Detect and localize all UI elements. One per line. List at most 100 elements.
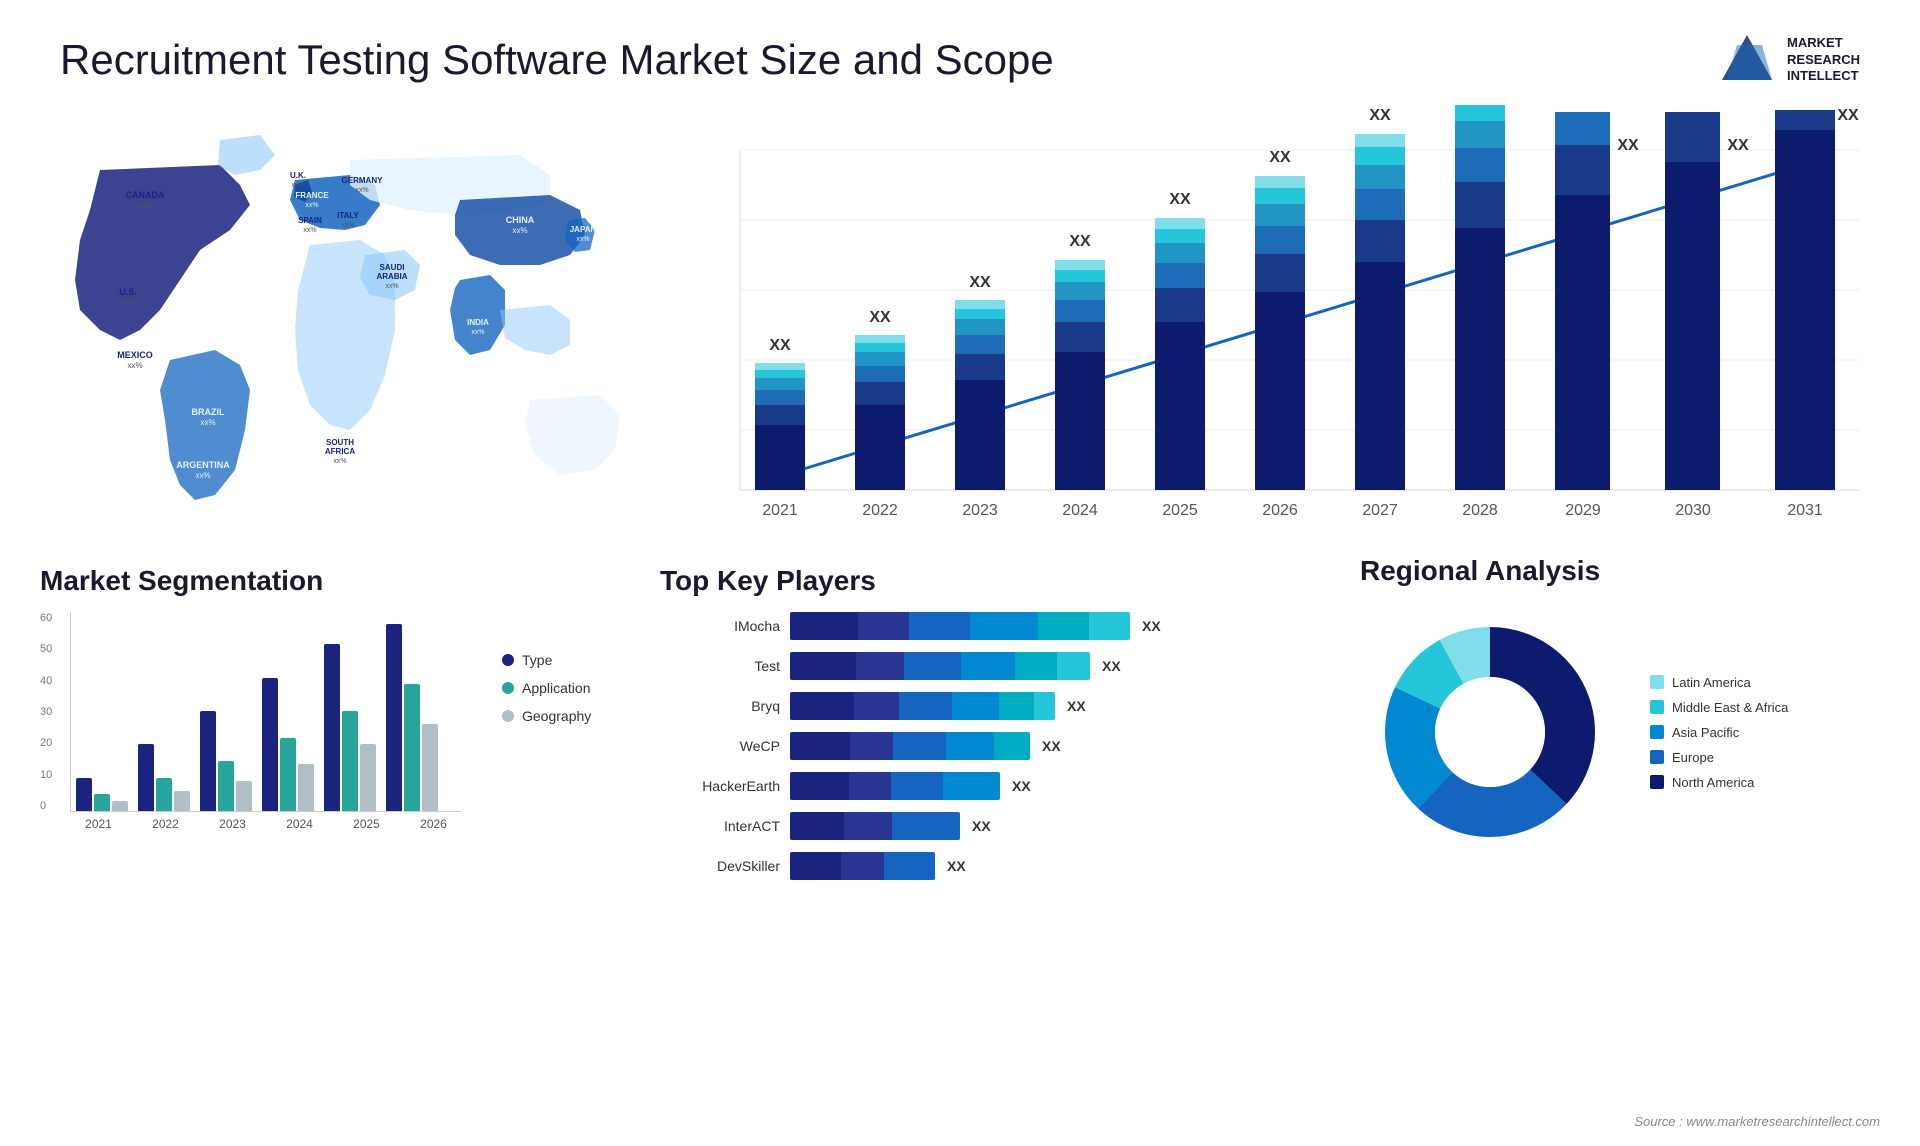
svg-text:XX: XX — [1727, 137, 1749, 154]
y-label-10: 10 — [40, 769, 52, 781]
svg-text:2026: 2026 — [1262, 502, 1298, 519]
svg-text:XX: XX — [969, 274, 991, 291]
legend-latin-america-label: Latin America — [1672, 675, 1751, 690]
player-bar-interact: XX — [790, 812, 1220, 840]
player-bar-hackerearth: XX — [790, 772, 1220, 800]
legend-middle-east-africa: Middle East & Africa — [1650, 700, 1788, 715]
donut-chart — [1360, 602, 1620, 862]
player-row-bryq: Bryq XX — [660, 692, 1220, 720]
svg-text:GERMANY: GERMANY — [342, 176, 384, 185]
player-label-wecp: XX — [1042, 738, 1061, 754]
svg-text:xx%: xx% — [200, 418, 215, 427]
seg-group-2024 — [262, 678, 314, 811]
player-label-imocha: XX — [1142, 618, 1161, 634]
legend-geography-label: Geography — [522, 708, 591, 724]
players-list: IMocha XX Test — [660, 612, 1220, 880]
player-label-bryq: XX — [1067, 698, 1086, 714]
world-map: CANADA xx% U.S. xx% MEXICO xx% BRAZIL xx… — [40, 110, 660, 510]
key-players-title: Top Key Players — [660, 565, 1220, 597]
trend-chart-section: XX 2021 XX 2022 XX 2023 XX 2024 — [680, 100, 1880, 560]
legend-europe-label: Europe — [1672, 750, 1714, 765]
player-bar-wecp: XX — [790, 732, 1220, 760]
svg-text:XX: XX — [1169, 191, 1191, 208]
source-text: Source : www.marketresearchintellect.com — [1634, 1113, 1880, 1131]
segmentation-title: Market Segmentation — [40, 565, 600, 597]
svg-text:xx%: xx% — [137, 202, 152, 211]
player-name-bryq: Bryq — [660, 698, 780, 714]
player-bar-test: XX — [790, 652, 1220, 680]
player-bar-imocha: XX — [790, 612, 1220, 640]
player-bar-devskiller: XX — [790, 852, 1220, 880]
svg-text:xx%: xx% — [291, 182, 304, 189]
seg-x-2026: 2026 — [405, 817, 462, 831]
svg-text:CHINA: CHINA — [506, 215, 535, 225]
player-row-interact: InterACT XX — [660, 812, 1220, 840]
svg-text:U.S.: U.S. — [119, 287, 137, 297]
svg-text:xx%: xx% — [385, 283, 398, 290]
svg-text:XX: XX — [1069, 233, 1091, 250]
page-title: Recruitment Testing Software Market Size… — [60, 36, 1054, 84]
donut-area: Latin America Middle East & Africa Asia … — [1360, 602, 1880, 862]
key-players-section: Top Key Players IMocha XX Test — [660, 565, 1220, 880]
svg-text:XX: XX — [869, 309, 891, 326]
svg-text:xx%: xx% — [305, 202, 318, 209]
legend-north-america-color — [1650, 775, 1664, 789]
svg-text:MEXICO: MEXICO — [117, 350, 153, 360]
legend-europe: Europe — [1650, 750, 1788, 765]
svg-text:xx%: xx% — [512, 226, 527, 235]
svg-text:BRAZIL: BRAZIL — [192, 407, 225, 417]
y-label-30: 30 — [40, 706, 52, 718]
svg-text:INDIA: INDIA — [467, 318, 489, 327]
legend-application-label: Application — [522, 680, 591, 696]
header: Recruitment Testing Software Market Size… — [0, 0, 1920, 110]
player-name-interact: InterACT — [660, 818, 780, 834]
player-row-imocha: IMocha XX — [660, 612, 1220, 640]
svg-text:XX: XX — [1369, 107, 1391, 124]
legend-north-america: North America — [1650, 775, 1788, 790]
player-label-hackerearth: XX — [1012, 778, 1031, 794]
legend-europe-color — [1650, 750, 1664, 764]
seg-x-2023: 2023 — [204, 817, 261, 831]
legend-type-dot — [502, 654, 514, 666]
legend-application: Application — [502, 680, 591, 696]
svg-text:xx%: xx% — [195, 471, 210, 480]
seg-group-2025 — [324, 644, 376, 811]
svg-text:XX: XX — [769, 337, 791, 354]
y-label-50: 50 — [40, 643, 52, 655]
legend-application-dot — [502, 682, 514, 694]
svg-text:2029: 2029 — [1565, 502, 1601, 519]
svg-text:2027: 2027 — [1362, 502, 1398, 519]
svg-text:xx%: xx% — [471, 329, 484, 336]
svg-text:FRANCE: FRANCE — [295, 191, 329, 200]
regional-section: Regional Analysis — [1360, 555, 1880, 862]
player-label-interact: XX — [972, 818, 991, 834]
svg-text:xx%: xx% — [303, 227, 316, 234]
seg-x-2025: 2025 — [338, 817, 395, 831]
svg-text:2028: 2028 — [1462, 502, 1498, 519]
map-section: CANADA xx% U.S. xx% MEXICO xx% BRAZIL xx… — [40, 110, 660, 530]
player-name-test: Test — [660, 658, 780, 674]
svg-text:xx%: xx% — [576, 236, 589, 243]
legend-latin-america-color — [1650, 675, 1664, 689]
logo-area: MARKET RESEARCH INTELLECT — [1717, 30, 1860, 90]
seg-group-2023 — [200, 711, 252, 811]
logo-text: MARKET RESEARCH INTELLECT — [1787, 35, 1860, 86]
player-name-wecp: WeCP — [660, 738, 780, 754]
svg-text:xx%: xx% — [341, 222, 354, 229]
svg-text:2021: 2021 — [762, 502, 798, 519]
player-label-devskiller: XX — [947, 858, 966, 874]
player-name-imocha: IMocha — [660, 618, 780, 634]
svg-text:2031: 2031 — [1787, 502, 1823, 519]
donut-legend: Latin America Middle East & Africa Asia … — [1650, 675, 1788, 790]
svg-text:U.K.: U.K. — [290, 171, 306, 180]
player-row-devskiller: DevSkiller XX — [660, 852, 1220, 880]
player-name-hackerearth: HackerEarth — [660, 778, 780, 794]
player-row-hackerearth: HackerEarth XX — [660, 772, 1220, 800]
player-row-test: Test XX — [660, 652, 1220, 680]
seg-x-2024: 2024 — [271, 817, 328, 831]
regional-title: Regional Analysis — [1360, 555, 1880, 587]
y-label-40: 40 — [40, 675, 52, 687]
svg-text:ARABIA: ARABIA — [376, 272, 407, 281]
svg-text:SPAIN: SPAIN — [298, 216, 322, 225]
y-label-0: 0 — [40, 800, 52, 812]
